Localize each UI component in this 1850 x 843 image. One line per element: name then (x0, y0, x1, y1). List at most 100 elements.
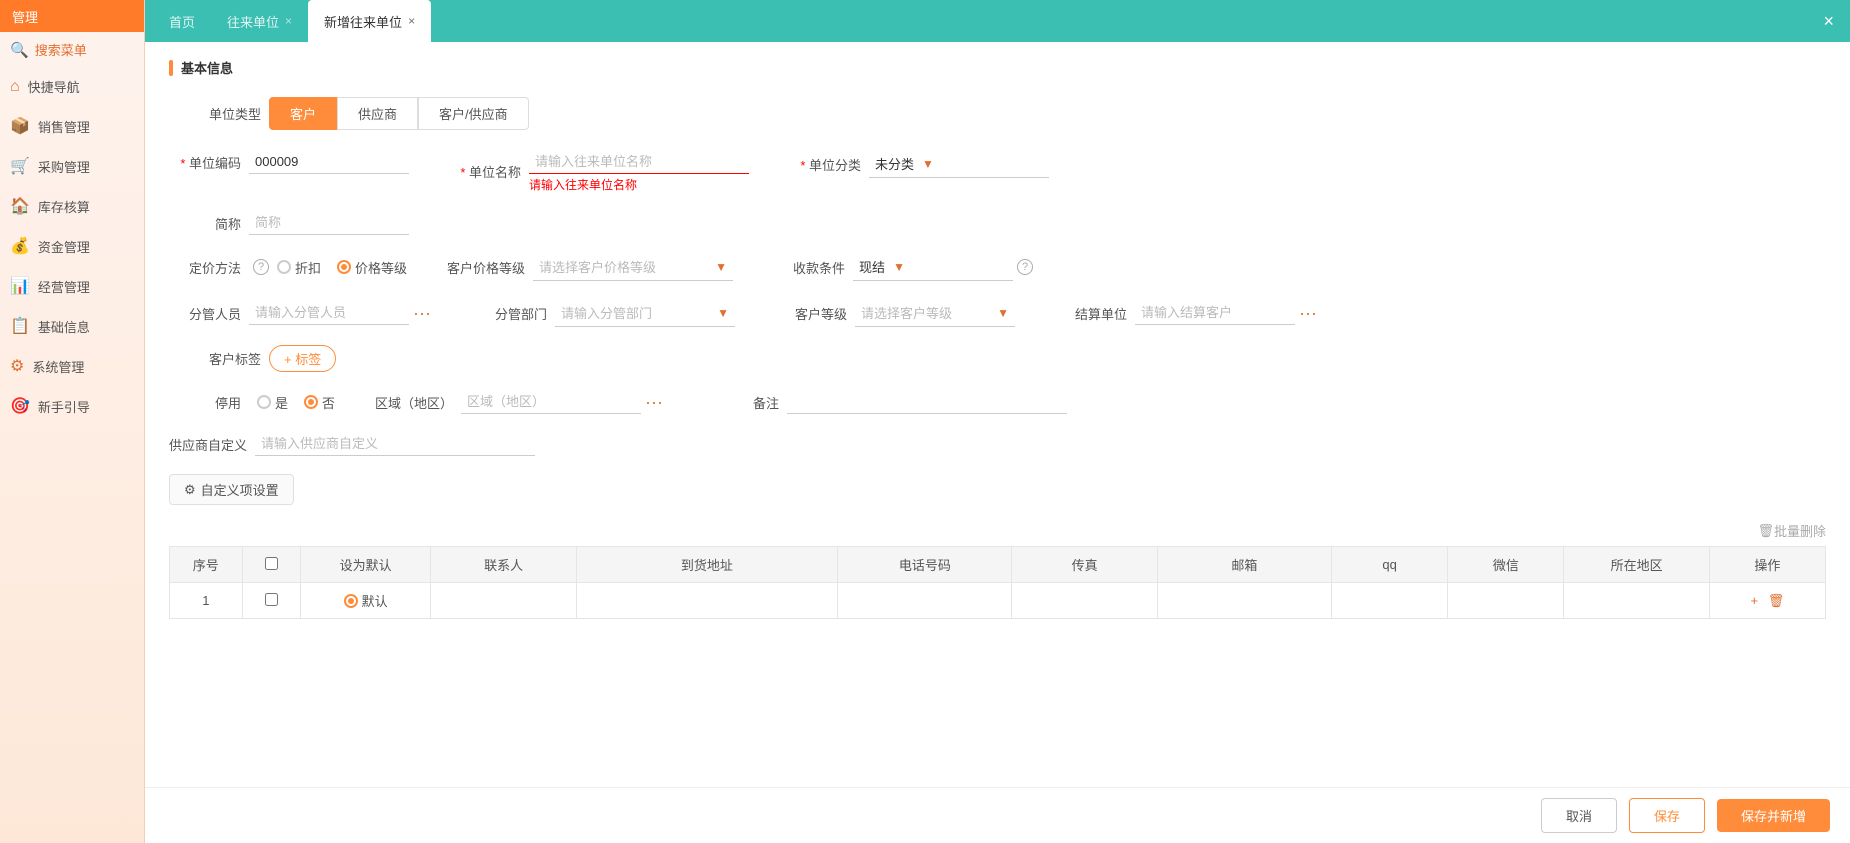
row-qq[interactable] (1332, 583, 1448, 619)
row-add-btn[interactable]: + (1750, 593, 1758, 608)
region-more-btn[interactable]: ··· (641, 392, 667, 413)
row-address[interactable] (576, 583, 837, 619)
row-email-input[interactable] (1168, 593, 1321, 608)
pricing-help-icon[interactable]: ? (253, 259, 269, 275)
settlement-unit-more-btn[interactable]: ··· (1295, 303, 1321, 324)
pricing-level-radio[interactable] (337, 260, 351, 274)
department-placeholder: 请输入分管部门 (561, 303, 709, 322)
remark-input[interactable] (787, 390, 1067, 414)
sidebar-item-purchase[interactable]: 🛒 采购管理 (0, 146, 144, 186)
tab-new-partner[interactable]: 新增往来单位 × (308, 0, 431, 42)
sidebar-item-label: 库存核算 (38, 197, 90, 216)
field-region: 区域（地区） ··· (375, 390, 667, 414)
sales-icon: 📦 (10, 116, 30, 136)
supplier-custom-input[interactable] (255, 432, 535, 456)
row-wechat-input[interactable] (1458, 593, 1553, 608)
cancel-button[interactable]: 取消 (1541, 798, 1617, 833)
field-disabled: 停用 是 否 (169, 393, 335, 412)
unit-type-both-btn[interactable]: 客户/供应商 (418, 97, 529, 130)
disabled-yes-option[interactable]: 是 (257, 393, 288, 412)
unit-type-customer-btn[interactable]: 客户 (269, 97, 337, 130)
row-fax[interactable] (1012, 583, 1157, 619)
sidebar-item-operations[interactable]: 📊 经营管理 (0, 266, 144, 306)
tab-new-partner-label: 新增往来单位 (324, 12, 402, 31)
sidebar-item-search[interactable]: 🔍 搜索菜单 (0, 32, 144, 67)
sidebar-item-basic[interactable]: 📋 基础信息 (0, 306, 144, 346)
row-phone[interactable] (838, 583, 1012, 619)
add-tag-button[interactable]: + 标签 (269, 345, 336, 372)
row-default-radio[interactable] (344, 594, 358, 608)
bottom-action-bar: 取消 保存 保存并新增 (145, 787, 1850, 843)
sidebar-item-quick-nav[interactable]: ⌂ 快捷导航 (0, 67, 144, 106)
customer-level-select[interactable]: 请选择客户等级 ▼ (855, 299, 1015, 327)
customer-price-level-select[interactable]: 请选择客户价格等级 ▼ (533, 253, 733, 281)
row-contact[interactable] (431, 583, 576, 619)
tab-new-partner-close[interactable]: × (408, 14, 415, 28)
sidebar-item-finance[interactable]: 💰 资金管理 (0, 226, 144, 266)
pricing-discount-radio[interactable] (277, 260, 291, 274)
field-pricing-method: 定价方法 ? 折扣 价格等级 (169, 258, 407, 277)
field-abbreviation: 简称 (169, 211, 409, 235)
field-department: 分管部门 请输入分管部门 ▼ (475, 299, 735, 327)
th-area: 所在地区 (1564, 547, 1709, 583)
settlement-unit-input[interactable] (1135, 301, 1295, 325)
sidebar-item-label: 资金管理 (38, 237, 90, 256)
supervisor-input[interactable] (249, 301, 409, 325)
save-and-new-button[interactable]: 保存并新增 (1717, 799, 1830, 832)
payment-terms-select[interactable]: 现结 ▼ (853, 253, 1013, 281)
row-wechat[interactable] (1448, 583, 1564, 619)
department-select[interactable]: 请输入分管部门 ▼ (555, 299, 735, 327)
abbreviation-input[interactable] (249, 211, 409, 235)
row-disabled: 停用 是 否 区域（地区） ··· 备注 (169, 390, 1826, 414)
row-area-input[interactable] (1574, 593, 1698, 608)
unit-name-input[interactable] (529, 150, 749, 174)
sidebar-item-newbie[interactable]: 🎯 新手引导 (0, 386, 144, 426)
tab-partner[interactable]: 往来单位 × (211, 0, 308, 42)
row-qq-input[interactable] (1342, 593, 1437, 608)
disabled-no-radio[interactable] (304, 395, 318, 409)
th-wechat: 微信 (1448, 547, 1564, 583)
save-button[interactable]: 保存 (1629, 798, 1705, 833)
newbie-icon: 🎯 (10, 396, 30, 416)
sidebar-item-label: 新手引导 (38, 397, 90, 416)
region-input[interactable] (461, 390, 641, 414)
unit-code-input[interactable] (249, 150, 409, 174)
row-address-input[interactable] (587, 593, 827, 608)
row-default[interactable]: 默认 (300, 583, 431, 619)
tab-partner-close[interactable]: × (285, 14, 292, 28)
search-icon: 🔍 (10, 41, 29, 59)
tab-home[interactable]: 首页 (153, 0, 211, 42)
sidebar-item-label: 系统管理 (32, 357, 84, 376)
pricing-level-option[interactable]: 价格等级 (337, 258, 407, 277)
custom-settings-button[interactable]: ⚙ 自定义项设置 (169, 474, 294, 505)
batch-delete-button[interactable]: 🗑 批量删除 (1757, 521, 1826, 540)
sidebar-item-sales[interactable]: 📦 销售管理 (0, 106, 144, 146)
tab-bar-close-all[interactable]: × (1815, 11, 1842, 32)
row-default-radio-label[interactable]: 默认 (311, 591, 421, 610)
table-header-row: 序号 设为默认 联系人 到货地址 电话号码 传真 邮箱 qq 微信 所在地区 操… (170, 547, 1826, 583)
table-row: 1 默认 (170, 583, 1826, 619)
disabled-label: 停用 (169, 393, 249, 412)
customer-price-level-arrow: ▼ (715, 260, 727, 274)
row-delete-btn[interactable]: 🗑 (1768, 593, 1785, 608)
section-title-text: 基本信息 (181, 58, 233, 77)
unit-category-select[interactable]: 未分类 ▼ (869, 150, 1049, 178)
row-email[interactable] (1157, 583, 1331, 619)
row-contact-input[interactable] (441, 593, 565, 608)
unit-type-supplier-btn[interactable]: 供应商 (337, 97, 418, 130)
row-fax-input[interactable] (1022, 593, 1146, 608)
settlement-unit-label: 结算单位 (1055, 304, 1135, 323)
row-area[interactable] (1564, 583, 1709, 619)
row-phone-input[interactable] (848, 593, 1001, 608)
system-icon: ⚙ (10, 356, 24, 376)
payment-terms-help-icon[interactable]: ? (1017, 259, 1033, 275)
disabled-yes-radio[interactable] (257, 395, 271, 409)
disabled-no-option[interactable]: 否 (304, 393, 335, 412)
select-all-checkbox[interactable] (265, 557, 278, 570)
supervisor-more-btn[interactable]: ··· (409, 303, 435, 324)
sidebar-item-system[interactable]: ⚙ 系统管理 (0, 346, 144, 386)
row-check[interactable] (242, 583, 300, 619)
row-checkbox[interactable] (265, 593, 278, 606)
pricing-discount-option[interactable]: 折扣 (277, 258, 321, 277)
sidebar-item-inventory[interactable]: 🏠 库存核算 (0, 186, 144, 226)
